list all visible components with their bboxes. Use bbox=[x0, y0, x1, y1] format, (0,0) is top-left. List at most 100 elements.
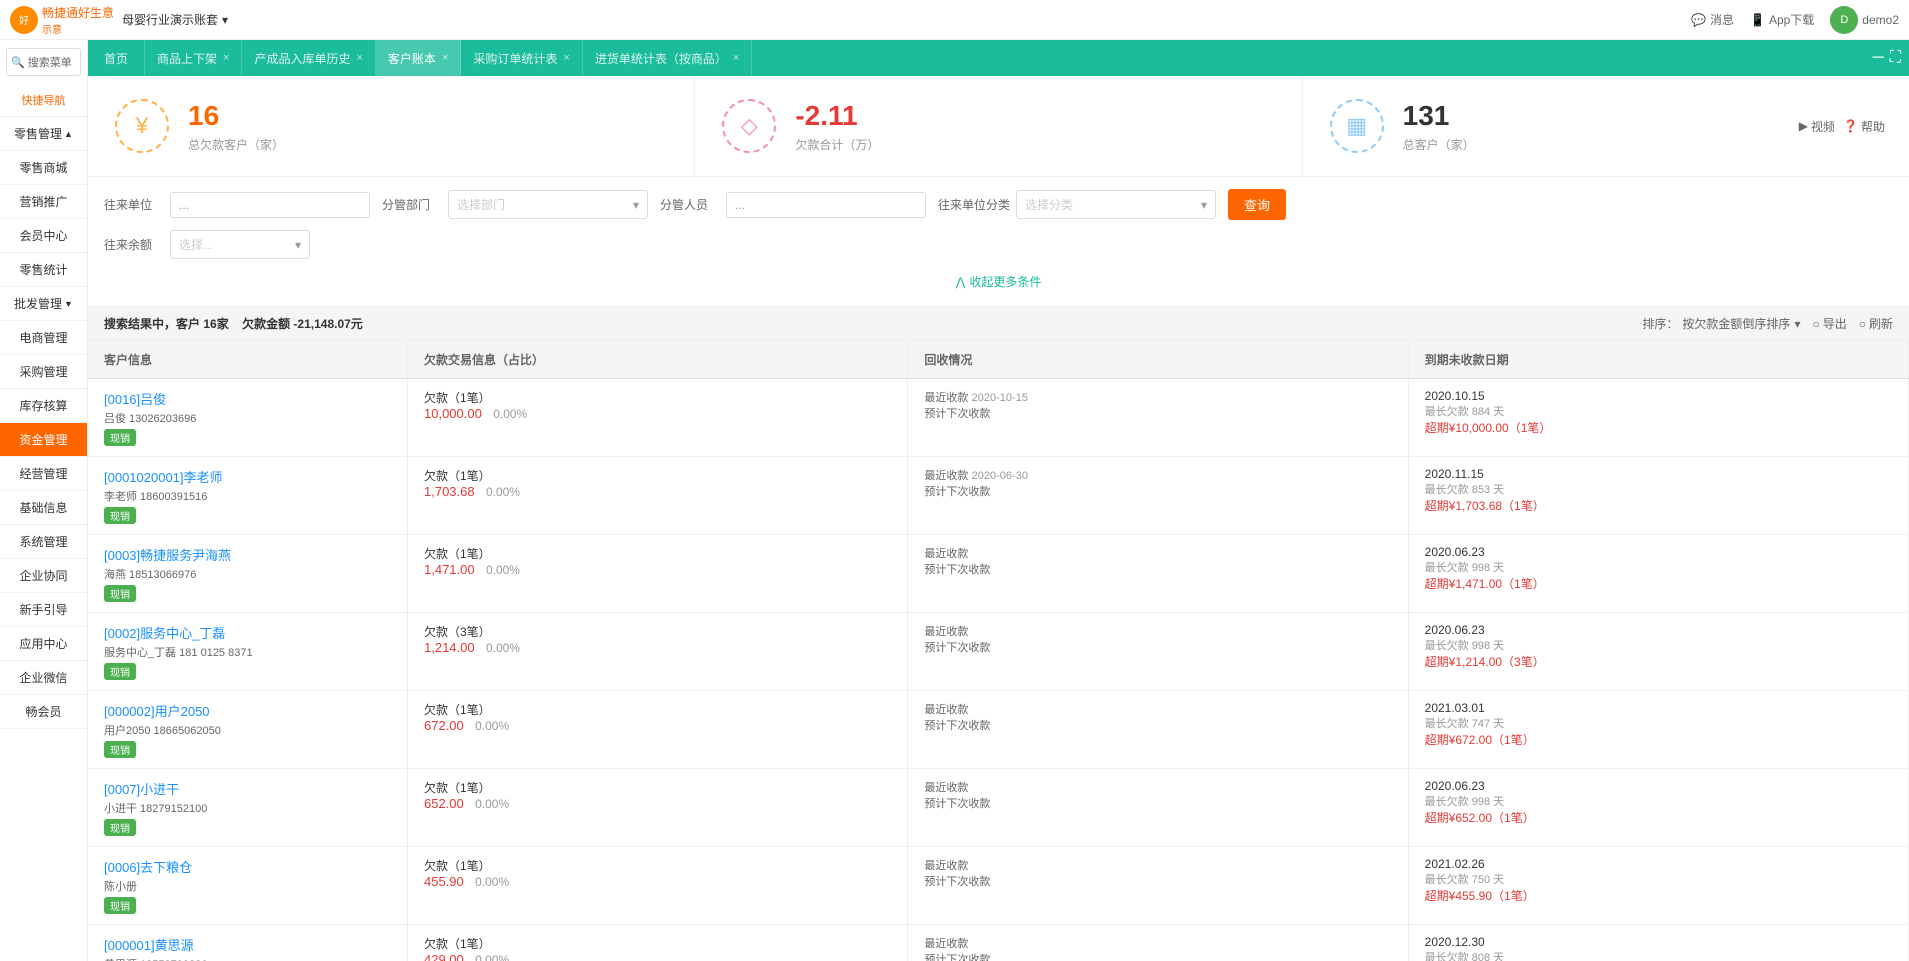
customer-name-link-4[interactable]: [0002]服务中心_丁磊 bbox=[104, 623, 391, 642]
badge-1: 现销 bbox=[104, 429, 136, 446]
sidebar-item-system[interactable]: 系统管理 bbox=[0, 525, 87, 559]
refresh-button[interactable]: ○ 刷新 bbox=[1859, 315, 1893, 332]
table-cell-debt-2: 欠款（1笔） 1,703.68 0.00% bbox=[408, 457, 908, 534]
logo-text: 畅捷通好生意 示意 bbox=[42, 4, 114, 36]
export-button[interactable]: ○ 导出 bbox=[1812, 315, 1846, 332]
overdue-amount-4[interactable]: 超期¥1,214.00（3笔） bbox=[1425, 653, 1892, 670]
filter-balance-input[interactable]: 选择... ▾ bbox=[170, 230, 310, 259]
table-row: [0002]服务中心_丁磊 服务中心_丁磊 181 0125 8371 现销 欠… bbox=[88, 613, 1909, 691]
table-row: [0006]去下粮仓 陈小册 现销 欠款（1笔） 455.90 0.00% 最近… bbox=[88, 847, 1909, 925]
debt-amount-6[interactable]: 652.00 bbox=[424, 796, 464, 811]
filter-person-dots: ... bbox=[735, 198, 745, 212]
badge-2: 现销 bbox=[104, 507, 136, 524]
table-row: [0001020001]李老师 李老师 18600391516 现销 欠款（1笔… bbox=[88, 457, 1909, 535]
debt-amount-8[interactable]: 429.00 bbox=[424, 952, 464, 961]
customer-name-link-2[interactable]: [0001020001]李老师 bbox=[104, 467, 391, 486]
debt-count-5: 欠款（1笔） bbox=[424, 701, 891, 718]
debt-amount-3[interactable]: 1,471.00 bbox=[424, 562, 475, 577]
debt-amount-5[interactable]: 672.00 bbox=[424, 718, 464, 733]
filter-unit-category-input[interactable]: 选择分类 ▾ bbox=[1016, 190, 1216, 219]
filter-unit-category-label: 往来单位分类 bbox=[938, 196, 1010, 213]
customer-contact-3: 海燕 18513066976 bbox=[104, 566, 391, 582]
debt-pct-2: 0.00% bbox=[486, 485, 520, 499]
app-download-button[interactable]: 📱 App下载 bbox=[1750, 11, 1814, 28]
sidebar-item-marketing[interactable]: 营销推广 bbox=[0, 185, 87, 219]
overdue-amount-2[interactable]: 超期¥1,703.68（1笔） bbox=[1425, 497, 1892, 514]
filter-dept-input[interactable]: 选择部门 ▾ bbox=[448, 190, 648, 219]
customer-name-link-6[interactable]: [0007]小进干 bbox=[104, 779, 391, 798]
customer-name-link-5[interactable]: [000002]用户2050 bbox=[104, 701, 391, 720]
debt-amount-4[interactable]: 1,214.00 bbox=[424, 640, 475, 655]
filter-balance: 往来余额 选择... ▾ bbox=[104, 230, 310, 259]
video-icon: ▶ bbox=[1799, 119, 1808, 133]
sidebar-item-quick-nav[interactable]: 快捷导航 bbox=[0, 84, 87, 117]
sidebar-item-operations[interactable]: 经营管理 bbox=[0, 457, 87, 491]
overdue-amount-7[interactable]: 超期¥455.90（1笔） bbox=[1425, 887, 1892, 904]
sidebar-item-enterprise[interactable]: 企业协同 bbox=[0, 559, 87, 593]
table-row: [000001]黄思源 黄思源 13552700226 现销 欠款（1笔） 42… bbox=[88, 925, 1909, 961]
sidebar-item-finance[interactable]: 资金管理 bbox=[0, 423, 87, 457]
search-menu-button[interactable]: 🔍 搜索菜单 bbox=[6, 48, 81, 76]
message-icon: 💬 bbox=[1691, 13, 1706, 27]
tab-purchase-stats[interactable]: 进货单统计表（按商品） × bbox=[583, 40, 752, 76]
video-button[interactable]: ▶ 视频 bbox=[1799, 118, 1835, 135]
overdue-days-7: 最长欠款 750 天 bbox=[1425, 871, 1892, 887]
sidebar-item-retail-stats[interactable]: 零售统计 bbox=[0, 253, 87, 287]
customer-name-link-8[interactable]: [000001]黄思源 bbox=[104, 935, 391, 954]
customer-contact-8: 黄思源 13552700226 bbox=[104, 956, 391, 961]
sort-select[interactable]: 排序： 按欠款金额倒序排序 ▾ bbox=[1642, 315, 1800, 332]
sidebar-item-app-center[interactable]: 应用中心 bbox=[0, 627, 87, 661]
sidebar-item-basic-info[interactable]: 基础信息 bbox=[0, 491, 87, 525]
customer-name-link-7[interactable]: [0006]去下粮仓 bbox=[104, 857, 391, 876]
overdue-amount-1[interactable]: 超期¥10,000.00（1笔） bbox=[1425, 419, 1892, 436]
overdue-amount-6[interactable]: 超期¥652.00（1笔） bbox=[1425, 809, 1892, 826]
filter-row-2: 往来余额 选择... ▾ bbox=[104, 230, 1893, 259]
sidebar-item-retail-store[interactable]: 零售商城 bbox=[0, 151, 87, 185]
tab-product-history[interactable]: 产成品入库单历史 × bbox=[242, 40, 375, 76]
debt-amount-7[interactable]: 455.90 bbox=[424, 874, 464, 889]
data-table: 客户信息 欠款交易信息（占比） 回收情况 到期未收款日期 [0016]吕俊 吕俊… bbox=[88, 341, 1909, 961]
stat-icon-building: ▦ bbox=[1330, 99, 1384, 153]
user-menu[interactable]: D demo2 bbox=[1830, 6, 1899, 34]
tab-close-purchase-order[interactable]: × bbox=[563, 52, 569, 64]
message-button[interactable]: 💬 消息 bbox=[1691, 11, 1734, 28]
store-selector[interactable]: 母婴行业演示账套 ▾ bbox=[122, 11, 228, 28]
sidebar-item-guide[interactable]: 新手引导 bbox=[0, 593, 87, 627]
tab-customer-account[interactable]: 客户账本 × bbox=[376, 40, 461, 76]
overdue-amount-3[interactable]: 超期¥1,471.00（1笔） bbox=[1425, 575, 1892, 592]
filter-source-unit-input[interactable]: ... bbox=[170, 192, 370, 218]
sidebar-item-inventory[interactable]: 库存核算 bbox=[0, 389, 87, 423]
sidebar-item-member[interactable]: 会员中心 bbox=[0, 219, 87, 253]
customer-name-link-1[interactable]: [0016]吕俊 bbox=[104, 389, 391, 408]
help-button[interactable]: ❓ 帮助 bbox=[1843, 118, 1885, 135]
tab-bar: 首页 商品上下架 × 产成品入库单历史 × 客户账本 × 采购订单统计表 × 进… bbox=[88, 40, 1909, 76]
tab-maximize-button[interactable]: ⛶ bbox=[1890, 49, 1901, 67]
tab-close-product-manage[interactable]: × bbox=[223, 52, 229, 64]
sidebar-item-retail-mgmt[interactable]: 零售管理 ▲ bbox=[0, 117, 87, 151]
sidebar-item-ecommerce[interactable]: 电商管理 bbox=[0, 321, 87, 355]
tab-close-product-history[interactable]: × bbox=[356, 52, 362, 64]
tab-close-customer-account[interactable]: × bbox=[442, 52, 448, 64]
stat-label-total-customers: 总客户（家） bbox=[1403, 136, 1783, 153]
stat-value-overdue-amount: -2.11 bbox=[795, 100, 1277, 132]
stat-value-overdue-customers: 16 bbox=[188, 100, 670, 132]
debt-amount-2[interactable]: 1,703.68 bbox=[424, 484, 475, 499]
table-header-customer: 客户信息 bbox=[88, 341, 408, 378]
customer-name-link-3[interactable]: [0003]畅捷服务尹海燕 bbox=[104, 545, 391, 564]
sidebar-item-batch-mgmt[interactable]: 批发管理 ▼ bbox=[0, 287, 87, 321]
search-button[interactable]: 查询 bbox=[1228, 189, 1286, 220]
sidebar-item-purchase[interactable]: 采购管理 bbox=[0, 355, 87, 389]
sidebar-item-vip[interactable]: 畅会员 bbox=[0, 695, 87, 729]
tab-minimize-button[interactable]: ─ bbox=[1872, 49, 1883, 67]
tab-home[interactable]: 首页 bbox=[88, 40, 145, 76]
tab-close-purchase-stats[interactable]: × bbox=[733, 52, 739, 64]
tab-product-manage[interactable]: 商品上下架 × bbox=[145, 40, 242, 76]
debt-amount-1[interactable]: 10,000.00 bbox=[424, 406, 482, 421]
overdue-amount-5[interactable]: 超期¥672.00（1笔） bbox=[1425, 731, 1892, 748]
collapse-button[interactable]: ⋀ 收起更多条件 bbox=[104, 269, 1893, 294]
table-cell-collection-4: 最近收款 预计下次收款 bbox=[908, 613, 1408, 690]
sidebar-item-wechat[interactable]: 企业微信 bbox=[0, 661, 87, 695]
tab-purchase-order[interactable]: 采购订单统计表 × bbox=[461, 40, 582, 76]
debt-pct-7: 0.00% bbox=[475, 875, 509, 889]
filter-person-input[interactable]: ... bbox=[726, 192, 926, 218]
